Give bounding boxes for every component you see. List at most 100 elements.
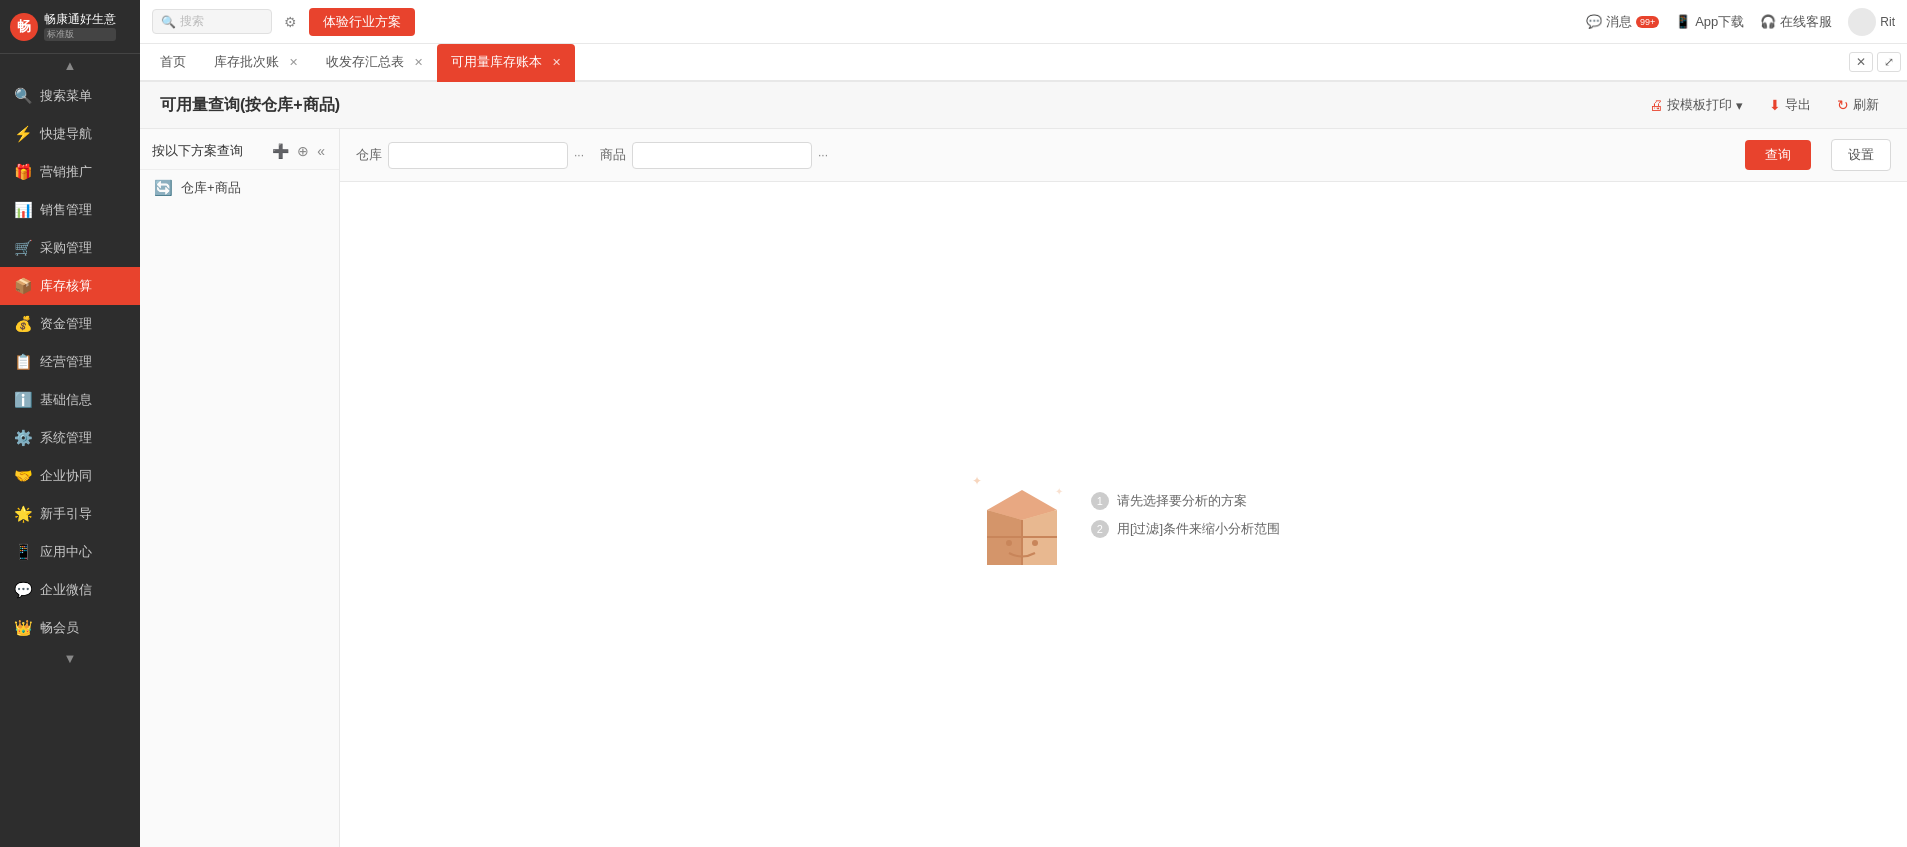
settings-scheme-button[interactable]: ⊕	[295, 141, 311, 161]
sidebar-item-label: 库存核算	[40, 277, 126, 295]
filter-item-label: 仓库+商品	[181, 179, 241, 197]
page-header: 可用量查询(按仓库+商品) 🖨 按模板打印 ▾ ⬇ 导出 ↻ 刷新	[140, 82, 1907, 129]
filter-panel: 按以下方案查询 ➕ ⊕ « 🔄 仓库+商品	[140, 129, 340, 847]
operations-icon: 📋	[14, 353, 32, 371]
sidebar-item-search[interactable]: 🔍 搜索菜单	[0, 77, 140, 115]
empty-illustration: ✦ ✦	[967, 465, 1067, 565]
tab-receipt-summary[interactable]: 收发存汇总表 ✕	[312, 44, 437, 82]
empty-state-content: ✦ ✦ 1 请先选择要分析的方案 2 用[过滤]条件来缩小分析范围	[967, 465, 1280, 565]
svg-point-7	[1032, 540, 1038, 546]
sidebar-item-member[interactable]: 👑 畅会员	[0, 609, 140, 647]
online-service-button[interactable]: 🎧 在线客服	[1760, 13, 1832, 31]
sidebar-item-sales[interactable]: 📊 销售管理	[0, 191, 140, 229]
page-header-actions: 🖨 按模板打印 ▾ ⬇ 导出 ↻ 刷新	[1641, 92, 1887, 118]
export-label: 导出	[1785, 96, 1811, 114]
message-button[interactable]: 💬 消息 99+	[1586, 13, 1659, 31]
export-button[interactable]: ⬇ 导出	[1761, 92, 1819, 118]
app-download-button[interactable]: 📱 App下载	[1675, 13, 1744, 31]
appstore-icon: 📱	[14, 543, 32, 561]
settings-gear-icon[interactable]: ⚙	[280, 10, 301, 34]
message-label: 消息	[1606, 13, 1632, 31]
tab-home[interactable]: 首页	[146, 44, 200, 82]
empty-state-tips: 1 请先选择要分析的方案 2 用[过滤]条件来缩小分析范围	[1091, 492, 1280, 538]
tab-available-qty[interactable]: 可用量库存账本 ✕	[437, 44, 575, 82]
sales-icon: 📊	[14, 201, 32, 219]
sidebar-item-system[interactable]: ⚙️ 系统管理	[0, 419, 140, 457]
brand-text: 畅康通好生意 标准版	[44, 12, 116, 41]
field-settings-button[interactable]: 设置	[1831, 139, 1891, 171]
add-scheme-button[interactable]: ➕	[270, 141, 291, 161]
sidebar-item-label: 销售管理	[40, 201, 126, 219]
batch-account-tab-close[interactable]: ✕	[289, 56, 298, 69]
sidebar-item-operations[interactable]: 📋 经营管理	[0, 343, 140, 381]
wechat-icon: 💬	[14, 581, 32, 599]
sidebar-scroll-up[interactable]: ▲	[0, 54, 140, 77]
sidebar-item-finance[interactable]: 💰 资金管理	[0, 305, 140, 343]
home-tab-label: 首页	[160, 53, 186, 71]
available-qty-tab-close[interactable]: ✕	[552, 56, 561, 69]
purchase-icon: 🛒	[14, 239, 32, 257]
sidebar-scroll-down[interactable]: ▼	[0, 647, 140, 670]
basicinfo-icon: ℹ️	[14, 391, 32, 409]
enterprise-icon: 🤝	[14, 467, 32, 485]
refresh-button[interactable]: ↻ 刷新	[1829, 92, 1887, 118]
sidebar-item-enterprise[interactable]: 🤝 企业协同	[0, 457, 140, 495]
sidebar-item-shortcut[interactable]: ⚡ 快捷导航	[0, 115, 140, 153]
warehouse-input[interactable]	[388, 142, 568, 169]
print-button[interactable]: 🖨 按模板打印 ▾	[1641, 92, 1751, 118]
sidebar-item-label: 采购管理	[40, 239, 126, 257]
search-menu-icon: 🔍	[14, 87, 32, 105]
sidebar-item-appstore[interactable]: 📱 应用中心	[0, 533, 140, 571]
tip-number-2: 2	[1091, 520, 1109, 538]
page-title: 可用量查询(按仓库+商品)	[160, 95, 340, 116]
sidebar-item-marketing[interactable]: 🎁 营销推广	[0, 153, 140, 191]
sidebar-item-inventory[interactable]: 📦 库存核算	[0, 267, 140, 305]
phone-icon: 📱	[1675, 14, 1691, 29]
filter-panel-header: 按以下方案查询 ➕ ⊕ «	[140, 141, 339, 170]
logo-icon: 畅	[10, 13, 38, 41]
topbar-search-box[interactable]: 🔍 搜索	[152, 9, 272, 34]
industry-solution-button[interactable]: 体验行业方案	[309, 8, 415, 36]
refresh-label: 刷新	[1853, 96, 1879, 114]
sidebar-item-wechat[interactable]: 💬 企业微信	[0, 571, 140, 609]
print-label: 按模板打印	[1667, 96, 1732, 114]
user-profile[interactable]: Rit	[1848, 8, 1895, 36]
print-icon: 🖨	[1649, 97, 1663, 113]
collapse-panel-button[interactable]: «	[315, 141, 327, 161]
fullscreen-tab-button[interactable]: ⤢	[1877, 52, 1901, 72]
sidebar-item-label: 畅会员	[40, 619, 126, 637]
product-field-label: 商品	[600, 146, 626, 164]
search-icon: 🔍	[161, 15, 176, 29]
online-service-label: 在线客服	[1780, 13, 1832, 31]
print-dropdown-icon[interactable]: ▾	[1736, 98, 1743, 113]
sidebar-item-label: 基础信息	[40, 391, 126, 409]
inventory-icon: 📦	[14, 277, 32, 295]
batch-account-tab-label: 库存批次账	[214, 53, 279, 71]
finance-icon: 💰	[14, 315, 32, 333]
search-placeholder-text: 搜索	[180, 13, 204, 30]
sidebar-item-label: 新手引导	[40, 505, 126, 523]
tip-text-1: 请先选择要分析的方案	[1117, 492, 1247, 510]
tabs-bar: 首页 库存批次账 ✕ 收发存汇总表 ✕ 可用量库存账本 ✕ ✕ ⤢	[140, 44, 1907, 82]
sidebar-item-purchase[interactable]: 🛒 采购管理	[0, 229, 140, 267]
product-field-group: 商品 ···	[600, 142, 828, 169]
close-tab-button[interactable]: ✕	[1849, 52, 1873, 72]
sidebar-item-basicinfo[interactable]: ℹ️ 基础信息	[0, 381, 140, 419]
tab-batch-account[interactable]: 库存批次账 ✕	[200, 44, 312, 82]
filter-item-warehouse-product[interactable]: 🔄 仓库+商品	[140, 170, 339, 206]
query-fields-bar: 仓库 ··· 商品 ··· 查询 设置	[340, 129, 1907, 182]
sidebar-item-newguide[interactable]: 🌟 新手引导	[0, 495, 140, 533]
topbar-right: 💬 消息 99+ 📱 App下载 🎧 在线客服 Rit	[1586, 8, 1895, 36]
export-icon: ⬇	[1769, 97, 1781, 113]
query-button[interactable]: 查询	[1745, 140, 1811, 170]
warehouse-more-button[interactable]: ···	[574, 148, 584, 162]
product-input[interactable]	[632, 142, 812, 169]
sidebar-item-label: 快捷导航	[40, 125, 126, 143]
svg-point-6	[1006, 540, 1012, 546]
receipt-summary-tab-close[interactable]: ✕	[414, 56, 423, 69]
sidebar-item-label: 经营管理	[40, 353, 126, 371]
svg-text:✦: ✦	[1055, 486, 1063, 497]
content-area: 按以下方案查询 ➕ ⊕ « 🔄 仓库+商品 仓库 ···	[140, 129, 1907, 847]
product-more-button[interactable]: ···	[818, 148, 828, 162]
tip-number-1: 1	[1091, 492, 1109, 510]
